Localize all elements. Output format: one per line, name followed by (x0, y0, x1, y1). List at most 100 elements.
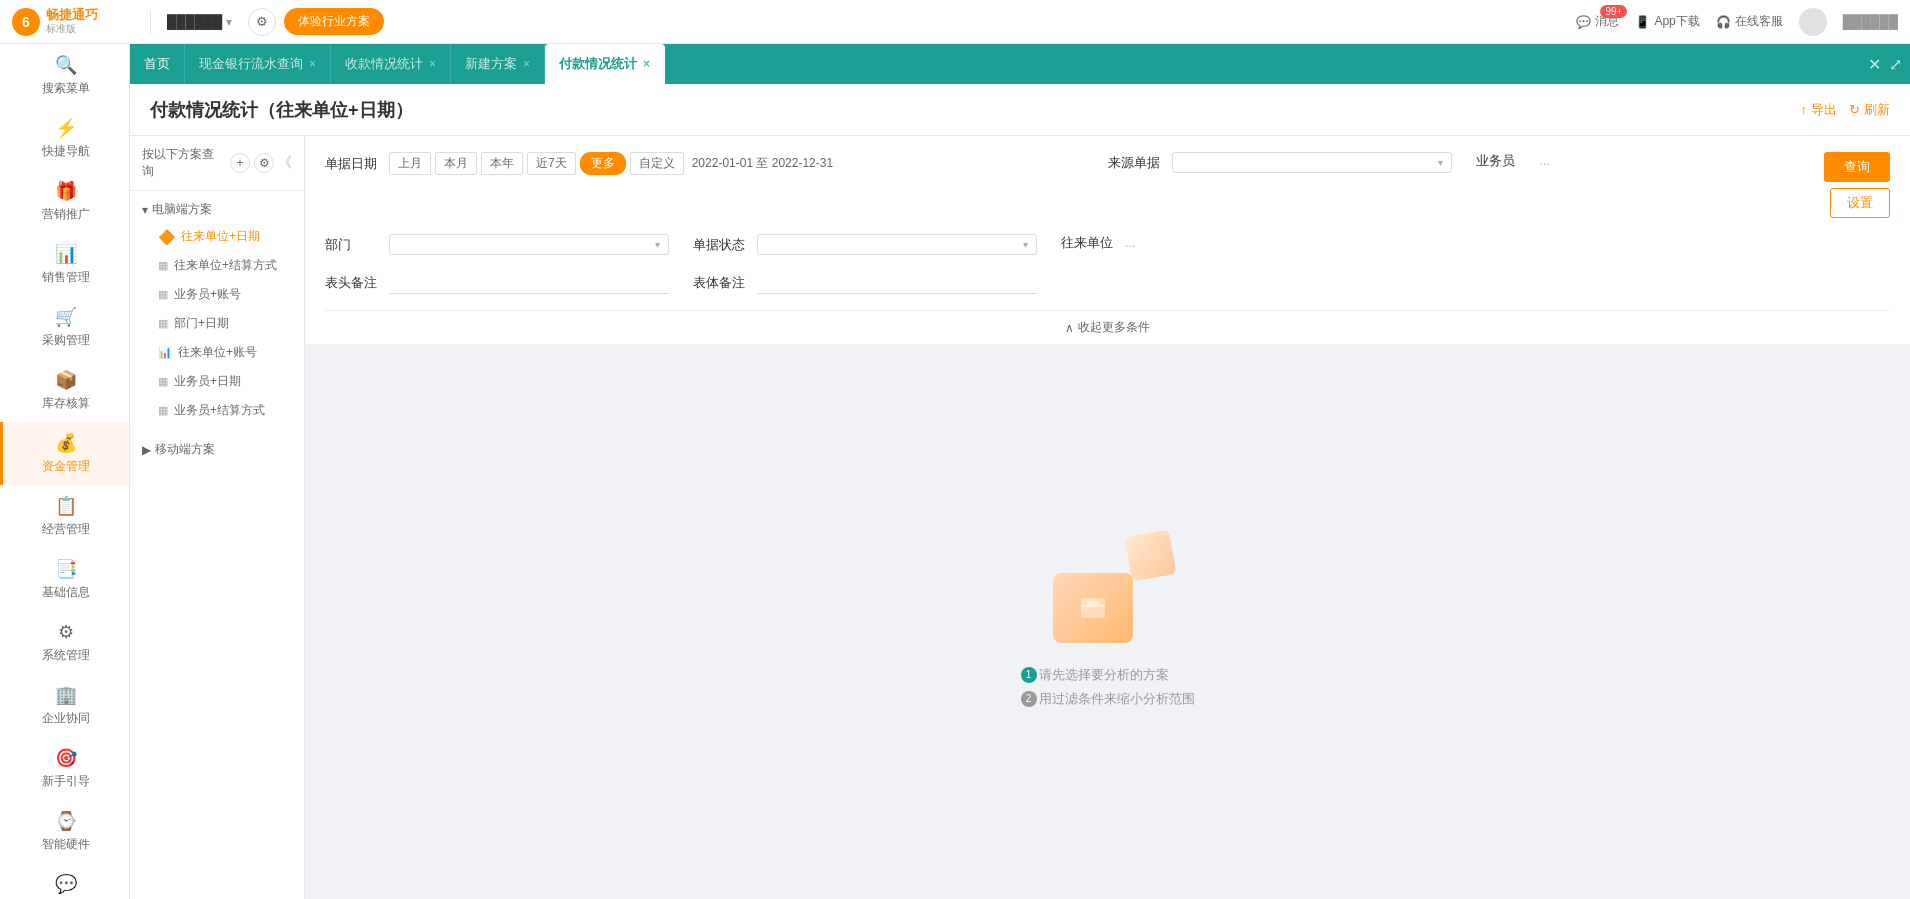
system-icon: ⚙ (58, 621, 74, 643)
user-avatar[interactable] (1799, 8, 1827, 36)
filter-row-2: 部门 ▾ 单据状态 ▾ (325, 234, 1890, 255)
sidebar-item-inventory[interactable]: 📦 库存核算 (0, 359, 129, 422)
scheme-group-mobile-title[interactable]: ▶ 移动端方案 (130, 437, 304, 462)
body-note-input[interactable] (757, 271, 1037, 294)
filter-item-dept: 部门 ▾ (325, 234, 669, 255)
date-btn-more[interactable]: 更多 (580, 152, 626, 175)
enterprise-icon: 🏢 (55, 684, 77, 706)
sidebar-label-operation: 经营管理 (42, 521, 90, 538)
sidebar-item-purchase[interactable]: 🛒 采购管理 (0, 296, 129, 359)
tab-bank-flow-close[interactable]: × (309, 57, 316, 71)
sidebar-label-quick-nav: 快捷导航 (42, 143, 90, 160)
filter-actions: 查询 设置 (1824, 152, 1890, 218)
svg-rect-2 (1087, 601, 1099, 605)
basic-icon: 📑 (55, 558, 77, 580)
top-settings-button[interactable]: ⚙ (248, 8, 276, 36)
tab-home-label: 首页 (144, 55, 170, 73)
tab-new-plan-label: 新建方案 (465, 55, 517, 73)
message-button[interactable]: 💬 消息 99+ (1576, 13, 1619, 30)
date-btn-this-month[interactable]: 本月 (435, 152, 477, 175)
sidebar-item-guide[interactable]: 🎯 新手引导 (0, 737, 129, 800)
sidebar-item-system[interactable]: ⚙ 系统管理 (0, 611, 129, 674)
logo-area: 6 畅捷通巧 标准版 (12, 7, 142, 37)
scheme-item-staff-account[interactable]: ▦ 业务员+账号 (130, 280, 304, 309)
sidebar-label-guide: 新手引导 (42, 773, 90, 790)
dept-select-arrow: ▾ (655, 239, 660, 250)
company-selector[interactable]: ██████ ▾ (159, 14, 240, 29)
settings-small-button[interactable]: 设置 (1830, 188, 1890, 218)
date-buttons: 上月 本月 本年 近7天 更多 自定义 2022-01-01 至 2022-12… (389, 152, 833, 175)
sidebar-item-search[interactable]: 🔍 搜索菜单 (0, 44, 129, 107)
sidebar-item-quick-nav[interactable]: ⚡ 快捷导航 (0, 107, 129, 170)
tab-payment-stats-close[interactable]: × (643, 57, 650, 71)
empty-tip-2: 用过滤条件来缩小分析范围 (1021, 687, 1195, 711)
date-btn-7days[interactable]: 近7天 (527, 152, 576, 175)
purchase-icon: 🛒 (55, 306, 77, 328)
tab-home[interactable]: 首页 (130, 44, 185, 84)
app-subtitle: 标准版 (46, 22, 98, 36)
tab-new-plan-close[interactable]: × (523, 57, 530, 71)
scheme-item-staff-date[interactable]: ▦ 业务员+日期 (130, 367, 304, 396)
sidebar-item-capital[interactable]: 💰 资金管理 (0, 422, 129, 485)
sidebar-item-marketing[interactable]: 🎁 营销推广 (0, 170, 129, 233)
tab-new-plan[interactable]: 新建方案 × (451, 44, 545, 84)
filter-area: 单据日期 上月 本月 本年 近7天 更多 自定义 2022-01-01 至 20… (305, 136, 1910, 344)
query-button[interactable]: 查询 (1824, 152, 1890, 182)
date-btn-custom[interactable]: 自定义 (630, 152, 684, 175)
scheme-group-mobile: ▶ 移动端方案 (130, 431, 304, 468)
head-note-label: 表头备注 (325, 274, 381, 292)
sidebar-item-hardware[interactable]: ⌚ 智能硬件 (0, 800, 129, 863)
download-icon: 📱 (1635, 15, 1650, 29)
app-download-button[interactable]: 📱 App下载 (1635, 13, 1699, 30)
source-select[interactable]: ▾ (1172, 152, 1452, 173)
empty-paper (1124, 529, 1176, 581)
export-icon: ↑ (1801, 102, 1808, 117)
tab-income-stats-close[interactable]: × (429, 57, 436, 71)
sidebar-item-basic[interactable]: 📑 基础信息 (0, 548, 129, 611)
filter-row-1: 单据日期 上月 本月 本年 近7天 更多 自定义 2022-01-01 至 20… (325, 136, 1890, 218)
date-btn-this-year[interactable]: 本年 (481, 152, 523, 175)
scheme-item-staff-settlement[interactable]: ▦ 业务员+结算方式 (130, 396, 304, 425)
tab-payment-stats[interactable]: 付款情况统计 × (545, 44, 665, 84)
filter-item-head-note: 表头备注 (325, 271, 669, 294)
main-layout: 🔍 搜索菜单 ⚡ 快捷导航 🎁 营销推广 📊 销售管理 🛒 采购管理 📦 库存核… (0, 44, 1910, 899)
service-icon: 🎧 (1716, 15, 1731, 29)
dept-select[interactable]: ▾ (389, 234, 669, 255)
refresh-button[interactable]: ↻ 刷新 (1849, 101, 1890, 119)
scheme-item-staff-date-label: 业务员+日期 (174, 373, 241, 390)
scheme-item-partner-date[interactable]: 🔶 往来单位+日期 (130, 222, 304, 251)
tab-close-all-button[interactable]: ✕ (1868, 55, 1881, 74)
trial-button[interactable]: 体验行业方案 (284, 8, 384, 35)
scheme-add-button[interactable]: + (230, 153, 250, 173)
tab-bank-flow-label: 现金银行流水查询 (199, 55, 303, 73)
tab-bar-right: ✕ ⤢ (1868, 44, 1910, 84)
status-select[interactable]: ▾ (757, 234, 1037, 255)
scheme-item-partner-settlement[interactable]: ▦ 往来单位+结算方式 (130, 251, 304, 280)
sidebar-item-enterprise[interactable]: 🏢 企业协同 (0, 674, 129, 737)
filter-item-source: 来源单据 ▾ (1108, 152, 1452, 173)
sidebar-item-sales[interactable]: 📊 销售管理 (0, 233, 129, 296)
sidebar-label-basic: 基础信息 (42, 584, 90, 601)
tab-bank-flow[interactable]: 现金银行流水查询 × (185, 44, 331, 84)
status-label: 单据状态 (693, 236, 749, 254)
scheme-item-staff-date-icon: ▦ (158, 375, 168, 388)
online-service-button[interactable]: 🎧 在线客服 (1716, 13, 1783, 30)
sidebar-item-operation[interactable]: 📋 经营管理 (0, 485, 129, 548)
head-note-input[interactable] (389, 271, 669, 294)
scheme-group-desktop-title[interactable]: ▾ 电脑端方案 (130, 197, 304, 222)
date-btn-last-month[interactable]: 上月 (389, 152, 431, 175)
scheme-item-dept-date[interactable]: ▦ 部门+日期 (130, 309, 304, 338)
tab-payment-stats-label: 付款情况统计 (559, 55, 637, 73)
logo-icon: 6 (12, 8, 40, 36)
collapse-bar[interactable]: ∧ 收起更多条件 (325, 310, 1890, 344)
empty-text-list: 请先选择要分析的方案 用过滤条件来缩小分析范围 (1021, 663, 1195, 711)
scheme-item-partner-account[interactable]: 📊 往来单位+账号 (130, 338, 304, 367)
tab-expand-button[interactable]: ⤢ (1889, 55, 1902, 74)
capital-icon: 💰 (55, 432, 77, 454)
export-button[interactable]: ↑ 导出 (1801, 101, 1838, 119)
tab-income-stats[interactable]: 收款情况统计 × (331, 44, 451, 84)
scheme-collapse-button[interactable]: 《 (278, 154, 292, 172)
sidebar-item-wechat[interactable]: 💬 企业微信 (0, 863, 129, 899)
scheme-settings-button[interactable]: ⚙ (254, 153, 274, 173)
filter-item-partner: 往来单位 ... (1061, 234, 1135, 252)
